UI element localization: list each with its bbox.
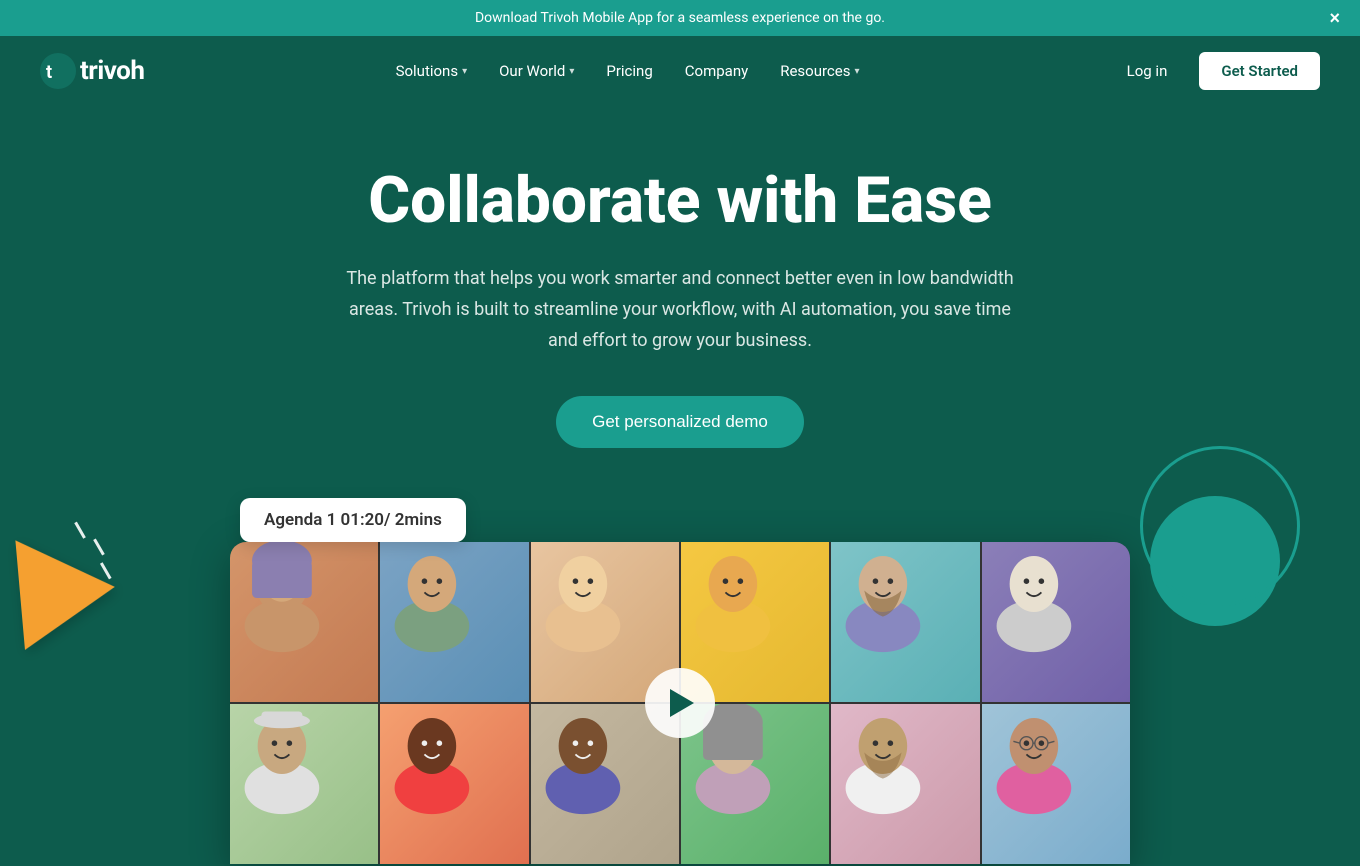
participant-cell-6 — [982, 542, 1130, 702]
chevron-down-icon: ▾ — [569, 66, 574, 77]
logo-icon: t — [40, 53, 76, 89]
decorative-circle-outline — [1140, 446, 1300, 606]
logo-text: trivoh — [80, 56, 144, 86]
get-started-button[interactable]: Get Started — [1199, 52, 1320, 90]
navbar: t trivoh Solutions ▾ Our World ▾ Pricing… — [0, 36, 1360, 106]
chevron-down-icon: ▾ — [854, 66, 859, 77]
participant-cell-1 — [230, 542, 378, 702]
participant-cell-12 — [982, 704, 1130, 864]
decorative-triangle — [20, 536, 115, 646]
participant-cell-5 — [831, 542, 979, 702]
login-button[interactable]: Log in — [1111, 54, 1184, 88]
nav-item-resources[interactable]: Resources ▾ — [768, 54, 871, 88]
logo[interactable]: t trivoh — [40, 53, 144, 89]
video-grid-container — [230, 542, 1130, 864]
navbar-actions: Log in Get Started — [1111, 52, 1320, 90]
participant-cell-8 — [380, 704, 528, 864]
nav-item-company[interactable]: Company — [673, 54, 760, 88]
demo-button[interactable]: Get personalized demo — [556, 396, 804, 448]
nav-link-our-world[interactable]: Our World ▾ — [487, 54, 586, 88]
hero-media: Agenda 1 01:20/ 2mins — [230, 498, 1130, 864]
participant-cell-2 — [380, 542, 528, 702]
video-play-button[interactable] — [645, 668, 715, 738]
agenda-badge: Agenda 1 01:20/ 2mins — [240, 498, 466, 542]
nav-link-resources[interactable]: Resources ▾ — [768, 54, 871, 88]
nav-menu: Solutions ▾ Our World ▾ Pricing Company … — [384, 54, 872, 88]
nav-link-company[interactable]: Company — [673, 54, 760, 88]
hero-subtitle: The platform that helps you work smarter… — [340, 264, 1020, 356]
nav-link-pricing[interactable]: Pricing — [594, 54, 664, 88]
nav-item-solutions[interactable]: Solutions ▾ — [384, 54, 480, 88]
nav-item-pricing[interactable]: Pricing — [594, 54, 664, 88]
announcement-text: Download Trivoh Mobile App for a seamles… — [475, 10, 885, 26]
announcement-bar: Download Trivoh Mobile App for a seamles… — [0, 0, 1360, 36]
announcement-close-button[interactable]: × — [1329, 9, 1340, 27]
nav-link-solutions[interactable]: Solutions ▾ — [384, 54, 480, 88]
chevron-down-icon: ▾ — [462, 66, 467, 77]
participant-cell-7 — [230, 704, 378, 864]
participant-cell-11 — [831, 704, 979, 864]
svg-text:t: t — [46, 62, 52, 83]
hero-title: Collaborate with Ease — [368, 166, 992, 236]
hero-section: Collaborate with Ease The platform that … — [0, 106, 1360, 866]
nav-item-our-world[interactable]: Our World ▾ — [487, 54, 586, 88]
